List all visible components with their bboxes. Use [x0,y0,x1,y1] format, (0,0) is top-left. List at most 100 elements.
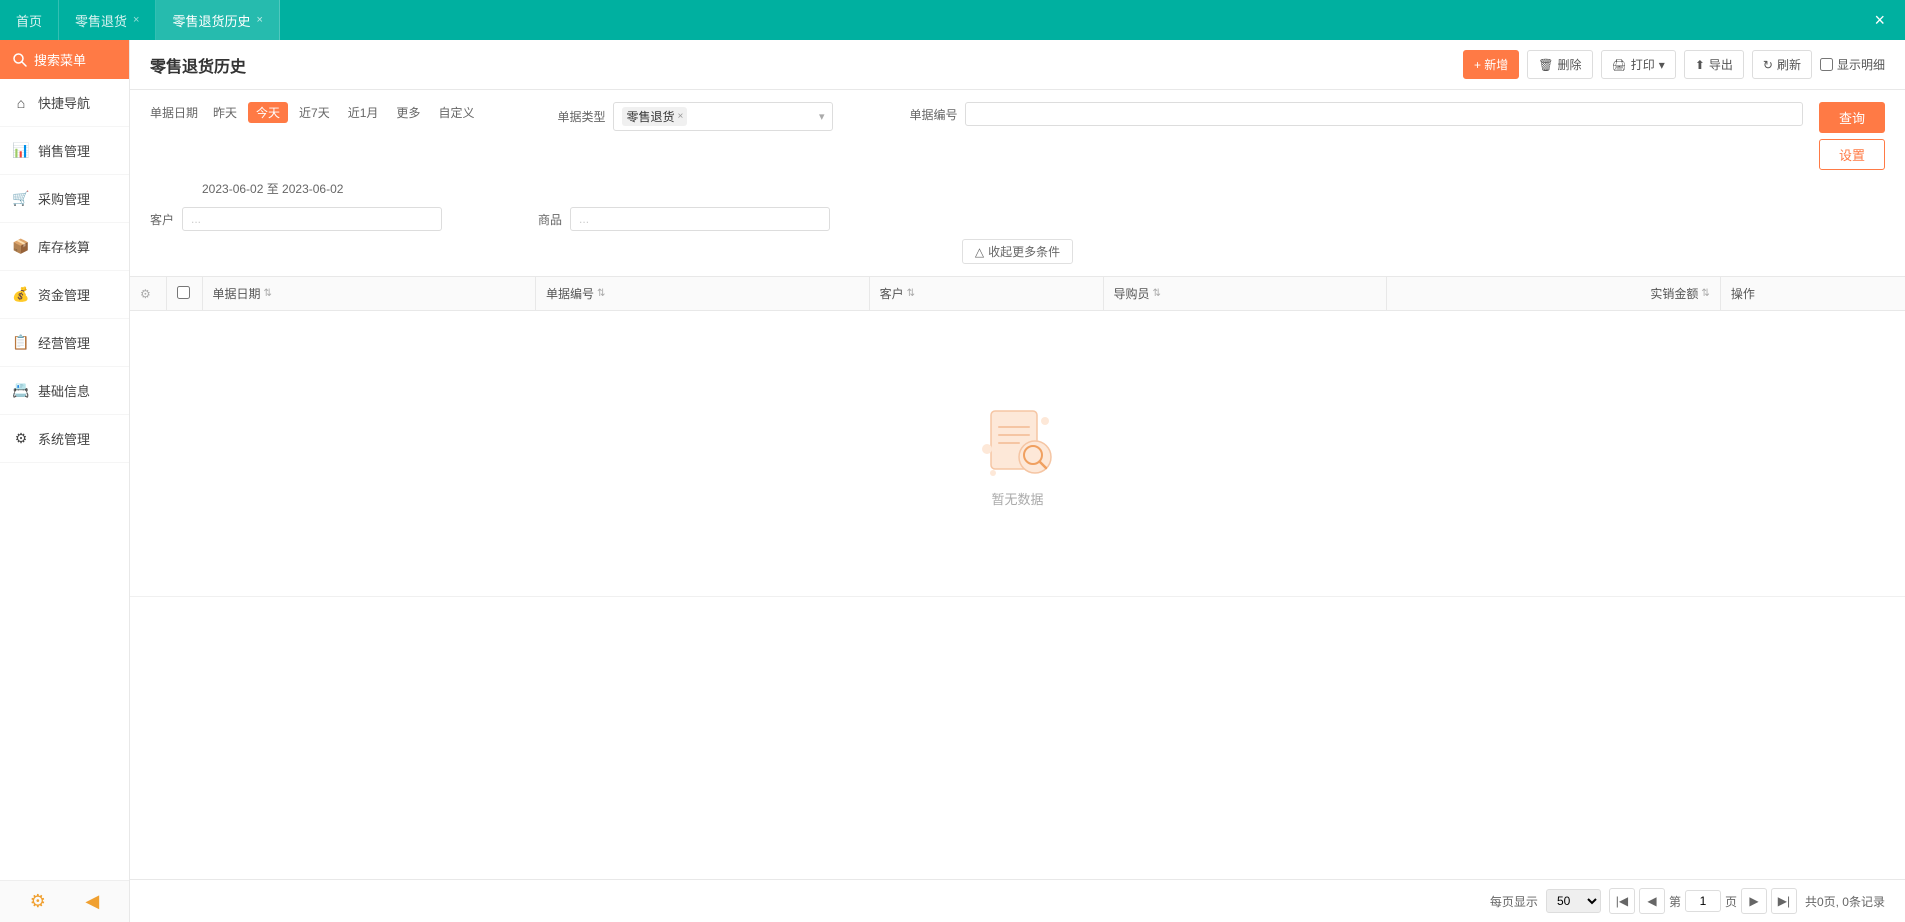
type-select[interactable]: 零售退货 × ▾ [613,102,833,131]
delete-icon: 🗑 [1538,58,1553,72]
sort-guide-icon: ⇅ [1153,288,1161,299]
type-tag-close[interactable]: × [677,111,683,122]
per-page-label: 每页显示 [1490,893,1538,910]
number-filter: 单据编号 [909,102,1803,126]
th-guide: 导购员 ⇅ [1103,277,1387,311]
sidebar-item-采购管理[interactable]: 🛒采购管理 [0,175,129,223]
empty-illustration [973,399,1063,489]
prev-page-button[interactable]: ◀ [1639,888,1665,914]
date-btn-自定义[interactable]: 自定义 [431,102,481,123]
system-nav-icon: ⚙ [12,430,30,448]
sidebar-item-经营管理[interactable]: 📋经营管理 [0,319,129,367]
sort-guide[interactable]: 导购员 ⇅ [1114,285,1377,302]
filter-area: 单据日期 昨天今天近7天近1月更多自定义 单据类型 零售退货 × [130,90,1905,277]
empty-state: 暂无数据 [140,319,1895,588]
date-btn-今天[interactable]: 今天 [248,102,288,123]
nav-item-label: 基础信息 [38,381,90,400]
top-tab-零售退货[interactable]: 零售退货× [59,0,156,40]
home-nav-icon: ⌂ [12,94,30,112]
sidebar-item-库存核算[interactable]: 📦库存核算 [0,223,129,271]
type-tag: 零售退货 × [622,107,687,126]
date-buttons: 昨天今天近7天近1月更多自定义 [206,102,481,123]
nav-item-label: 系统管理 [38,429,90,448]
nav-item-label: 销售管理 [38,141,90,160]
customer-filter-label: 客户 [150,211,174,228]
sidebar-item-系统管理[interactable]: ⚙ 系统管理 [0,415,129,463]
date-btn-昨天[interactable]: 昨天 [206,102,244,123]
th-action: 操作 [1720,277,1905,311]
date-btn-近1月[interactable]: 近1月 [341,102,386,123]
table-wrapper: ⚙ 单据日期 ⇅ [130,277,1905,879]
date-filter: 单据日期 昨天今天近7天近1月更多自定义 [150,102,481,123]
sidebar: 搜索菜单 ⌂ 快捷导航 📊销售管理🛒采购管理📦库存核算💰资金管理📋经营管理📇基础信息… [0,40,130,922]
search-menu-button[interactable]: 搜索菜单 [0,40,129,79]
table-settings-icon[interactable]: ⚙ [140,287,151,301]
sidebar-nav: ⌂ 快捷导航 📊销售管理🛒采购管理📦库存核算💰资金管理📋经营管理📇基础信息 ⚙ 系统管理 [0,79,129,880]
page-input[interactable] [1685,890,1721,912]
collapse-bar: △ 收起更多条件 [150,239,1885,264]
th-date: 单据日期 ⇅ [202,277,536,311]
new-button[interactable]: + 新增 [1463,50,1519,79]
customer-input[interactable]: ... [182,207,442,231]
display-detail-checkbox-label[interactable]: 显示明细 [1820,56,1885,73]
page-nav: |◀ ◀ 第 页 ▶ ▶| [1609,888,1797,914]
empty-text: 暂无数据 [991,489,1043,508]
th-amount: 实销金额 ⇅ [1387,277,1721,311]
sidebar-item-资金管理[interactable]: 💰资金管理 [0,271,129,319]
nav-item-label: 库存核算 [38,237,90,256]
date-filter-label: 单据日期 [150,104,198,121]
settings-gear-icon[interactable]: ⚙ [30,891,46,912]
top-tab-首页[interactable]: 首页 [0,0,59,40]
top-bar-right: × [1866,10,1905,31]
sidebar-item-基础信息[interactable]: 📇基础信息 [0,367,129,415]
first-page-button[interactable]: |◀ [1609,888,1635,914]
next-page-button[interactable]: ▶ [1741,888,1767,914]
select-all-checkbox[interactable] [177,286,190,299]
manage-nav-icon: 📋 [12,334,30,352]
top-tab-零售退货历史[interactable]: 零售退货历史× [156,0,279,40]
table-header: ⚙ 单据日期 ⇅ [130,277,1905,311]
table-header-row: ⚙ 单据日期 ⇅ [130,277,1905,311]
sort-amount[interactable]: 实销金额 ⇅ [1397,285,1710,302]
goods-input[interactable]: ... [570,207,830,231]
sidebar-item-快捷导航[interactable]: ⌂ 快捷导航 [0,79,129,127]
top-bar: 首页零售退货×零售退货历史× × [0,0,1905,40]
date-btn-更多[interactable]: 更多 [389,102,427,123]
print-dropdown-icon: ▾ [1659,58,1665,72]
query-button[interactable]: 查询 [1819,102,1885,133]
tab-close-icon[interactable]: × [256,14,262,26]
page-header: 零售退货历史 + 新增 🗑 删除 🖨 打印 ▾ ⬆ 导出 [130,40,1905,90]
setting-button[interactable]: 设置 [1819,139,1885,170]
export-button[interactable]: ⬆ 导出 [1684,50,1744,79]
nav-item-label: 快捷导航 [38,93,90,112]
sidebar-toggle-icon[interactable]: ◀ [85,891,99,912]
per-page-select[interactable]: 102050100 [1546,889,1601,913]
sort-date[interactable]: 单据日期 ⇅ [213,285,526,302]
collapse-button[interactable]: △ 收起更多条件 [962,239,1073,264]
sort-number-icon: ⇅ [597,288,605,299]
sidebar-bottom: ⚙ ◀ [0,880,129,922]
print-icon: 🖨 [1612,58,1627,72]
sort-number[interactable]: 单据编号 ⇅ [546,285,859,302]
refresh-icon: ↻ [1763,58,1773,72]
goods-filter-label: 商品 [538,211,562,228]
customer-filter: 客户 ... [150,207,442,231]
display-detail-checkbox[interactable] [1820,58,1833,71]
number-input[interactable] [965,102,1803,126]
refresh-button[interactable]: ↻ 刷新 [1752,50,1812,79]
export-icon: ⬆ [1695,58,1705,72]
date-btn-近7天[interactable]: 近7天 [292,102,337,123]
th-settings: ⚙ [130,277,166,311]
purchase-nav-icon: 🛒 [12,190,30,208]
delete-button[interactable]: 🗑 删除 [1527,50,1592,79]
last-page-button[interactable]: ▶| [1771,888,1797,914]
sidebar-item-销售管理[interactable]: 📊销售管理 [0,127,129,175]
tab-close-icon[interactable]: × [133,14,139,26]
collapse-up-icon: △ [975,245,984,259]
th-customer: 客户 ⇅ [869,277,1103,311]
type-filter-label: 单据类型 [557,108,605,125]
window-close-button[interactable]: × [1866,10,1893,31]
print-button[interactable]: 🖨 打印 ▾ [1601,50,1676,79]
sort-customer[interactable]: 客户 ⇅ [880,285,1093,302]
tab-list: 首页零售退货×零售退货历史× [0,0,1866,40]
